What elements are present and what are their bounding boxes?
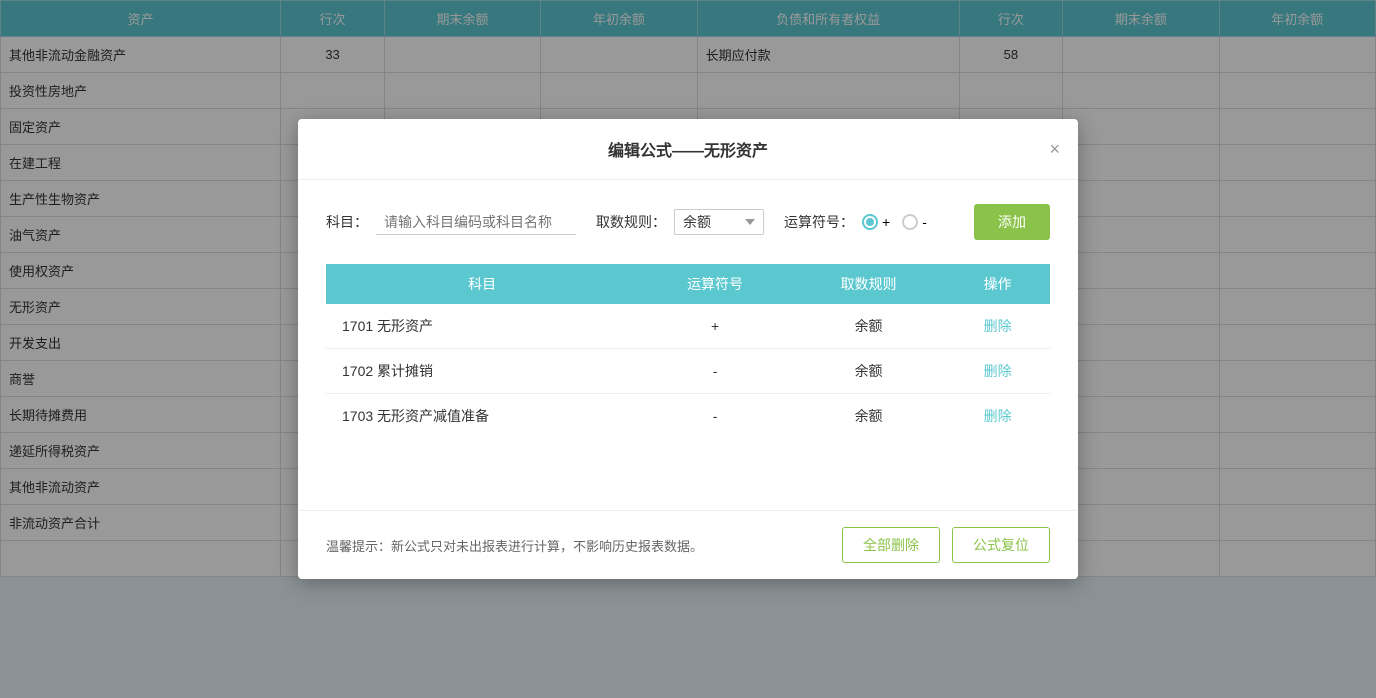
footer-hint: 温馨提示：新公式只对未出报表进行计算，不影响历史报表数据。 [326, 536, 703, 555]
operator-label: 运算符号： [784, 212, 854, 232]
table-row: 1702 累计摊销-余额 删除 [326, 349, 1050, 394]
formula-form-row: 科目： 取数规则： 余额 借方 贷方 借方累计 贷方累计 [326, 204, 1050, 240]
operator-plus-radio[interactable]: + [862, 214, 890, 230]
rule-select[interactable]: 余额 借方 贷方 借方累计 贷方累计 [674, 209, 764, 235]
radio-minus-circle [902, 214, 918, 230]
subject-cell: 1701 无形资产 [326, 304, 638, 349]
operator-minus-radio[interactable]: - [902, 214, 927, 230]
operator-radio-group: + - [862, 214, 927, 230]
modal-overlay: 编辑公式——无形资产 × 科目： 取数规则： 余额 借方 [0, 0, 1376, 698]
delete-row-button[interactable]: 删除 [984, 361, 1012, 381]
operator-plus-label: + [882, 214, 890, 230]
rule-cell: 余额 [792, 304, 946, 349]
radio-plus-circle [862, 214, 878, 230]
table-row: 1701 无形资产+余额 删除 [326, 304, 1050, 349]
operator-minus-label: - [922, 214, 927, 230]
th-rule: 取数规则 [792, 264, 946, 304]
th-action: 操作 [945, 264, 1050, 304]
modal-title: 编辑公式——无形资产 [608, 143, 768, 160]
modal-close-button[interactable]: × [1049, 140, 1060, 158]
delete-row-button[interactable]: 删除 [984, 316, 1012, 336]
operator-cell: + [638, 304, 792, 349]
add-button[interactable]: 添加 [974, 204, 1050, 240]
operator-cell: - [638, 349, 792, 394]
action-cell: 删除 [945, 349, 1050, 394]
modal-header: 编辑公式——无形资产 × [298, 119, 1078, 180]
operator-group: 运算符号： + - [784, 212, 927, 232]
rule-cell: 余额 [792, 349, 946, 394]
subject-label: 科目： [326, 212, 368, 232]
subject-cell: 1702 累计摊销 [326, 349, 638, 394]
reset-formula-button[interactable]: 公式复位 [952, 527, 1050, 563]
modal-body: 科目： 取数规则： 余额 借方 贷方 借方累计 贷方累计 [298, 180, 1078, 510]
table-header-row: 科目 运算符号 取数规则 操作 [326, 264, 1050, 304]
th-subject: 科目 [326, 264, 638, 304]
rule-group: 取数规则： 余额 借方 贷方 借方累计 贷方累计 [596, 209, 764, 235]
delete-row-button[interactable]: 删除 [984, 406, 1012, 426]
th-operator: 运算符号 [638, 264, 792, 304]
subject-group: 科目： [326, 210, 576, 235]
action-cell: 删除 [945, 394, 1050, 439]
subject-cell: 1703 无形资产减值准备 [326, 394, 638, 439]
rule-cell: 余额 [792, 394, 946, 439]
action-cell: 删除 [945, 304, 1050, 349]
rule-label: 取数规则： [596, 212, 666, 232]
edit-formula-modal: 编辑公式——无形资产 × 科目： 取数规则： 余额 借方 [298, 119, 1078, 579]
footer-buttons: 全部删除 公式复位 [842, 527, 1050, 563]
formula-table: 科目 运算符号 取数规则 操作 1701 无形资产+余额删除1702 累计摊销-… [326, 264, 1050, 438]
modal-footer: 温馨提示：新公式只对未出报表进行计算，不影响历史报表数据。 全部删除 公式复位 [298, 510, 1078, 579]
subject-input[interactable] [376, 210, 576, 235]
table-row: 1703 无形资产减值准备-余额 删除 [326, 394, 1050, 439]
delete-all-button[interactable]: 全部删除 [842, 527, 940, 563]
operator-cell: - [638, 394, 792, 439]
rule-select-wrap: 余额 借方 贷方 借方累计 贷方累计 [674, 209, 764, 235]
